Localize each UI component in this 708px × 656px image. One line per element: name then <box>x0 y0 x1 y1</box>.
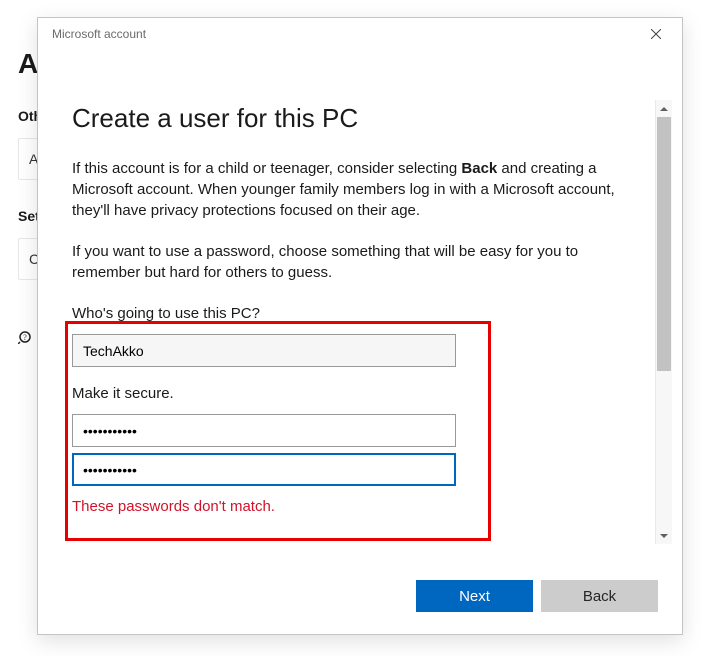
scroll-thumb[interactable] <box>657 117 671 371</box>
username-input[interactable] <box>72 334 456 367</box>
password-section-label: Make it secure. <box>72 383 655 404</box>
dialog-title: Microsoft account <box>52 27 146 41</box>
help-icon: ? <box>18 330 34 347</box>
password-input[interactable] <box>72 414 456 447</box>
intro-paragraph-1: If this account is for a child or teenag… <box>72 158 632 221</box>
microsoft-account-dialog: Microsoft account Create a user for this… <box>37 17 683 635</box>
para1-bold: Back <box>461 160 497 177</box>
chevron-up-icon <box>660 105 668 113</box>
svg-text:?: ? <box>23 333 27 342</box>
dialog-body-wrap: Create a user for this PC If this accoun… <box>38 50 682 562</box>
dialog-heading: Create a user for this PC <box>72 100 655 136</box>
password-error-text: These passwords don't match. <box>72 496 655 517</box>
close-button[interactable] <box>636 20 676 48</box>
back-button[interactable]: Back <box>541 580 658 612</box>
vertical-scrollbar[interactable] <box>655 100 672 544</box>
close-icon <box>651 29 661 39</box>
chevron-down-icon <box>660 532 668 540</box>
para1-pre: If this account is for a child or teenag… <box>72 160 461 177</box>
next-button[interactable]: Next <box>416 580 533 612</box>
dialog-footer: Next Back <box>38 562 682 634</box>
username-label: Who's going to use this PC? <box>72 303 655 324</box>
scroll-track[interactable] <box>656 117 672 527</box>
intro-paragraph-2: If you want to use a password, choose so… <box>72 241 632 283</box>
confirm-password-input[interactable] <box>72 453 456 486</box>
scroll-up-button[interactable] <box>656 100 672 117</box>
scroll-down-button[interactable] <box>656 527 672 544</box>
dialog-body: Create a user for this PC If this accoun… <box>38 50 655 562</box>
dialog-titlebar: Microsoft account <box>38 18 682 50</box>
